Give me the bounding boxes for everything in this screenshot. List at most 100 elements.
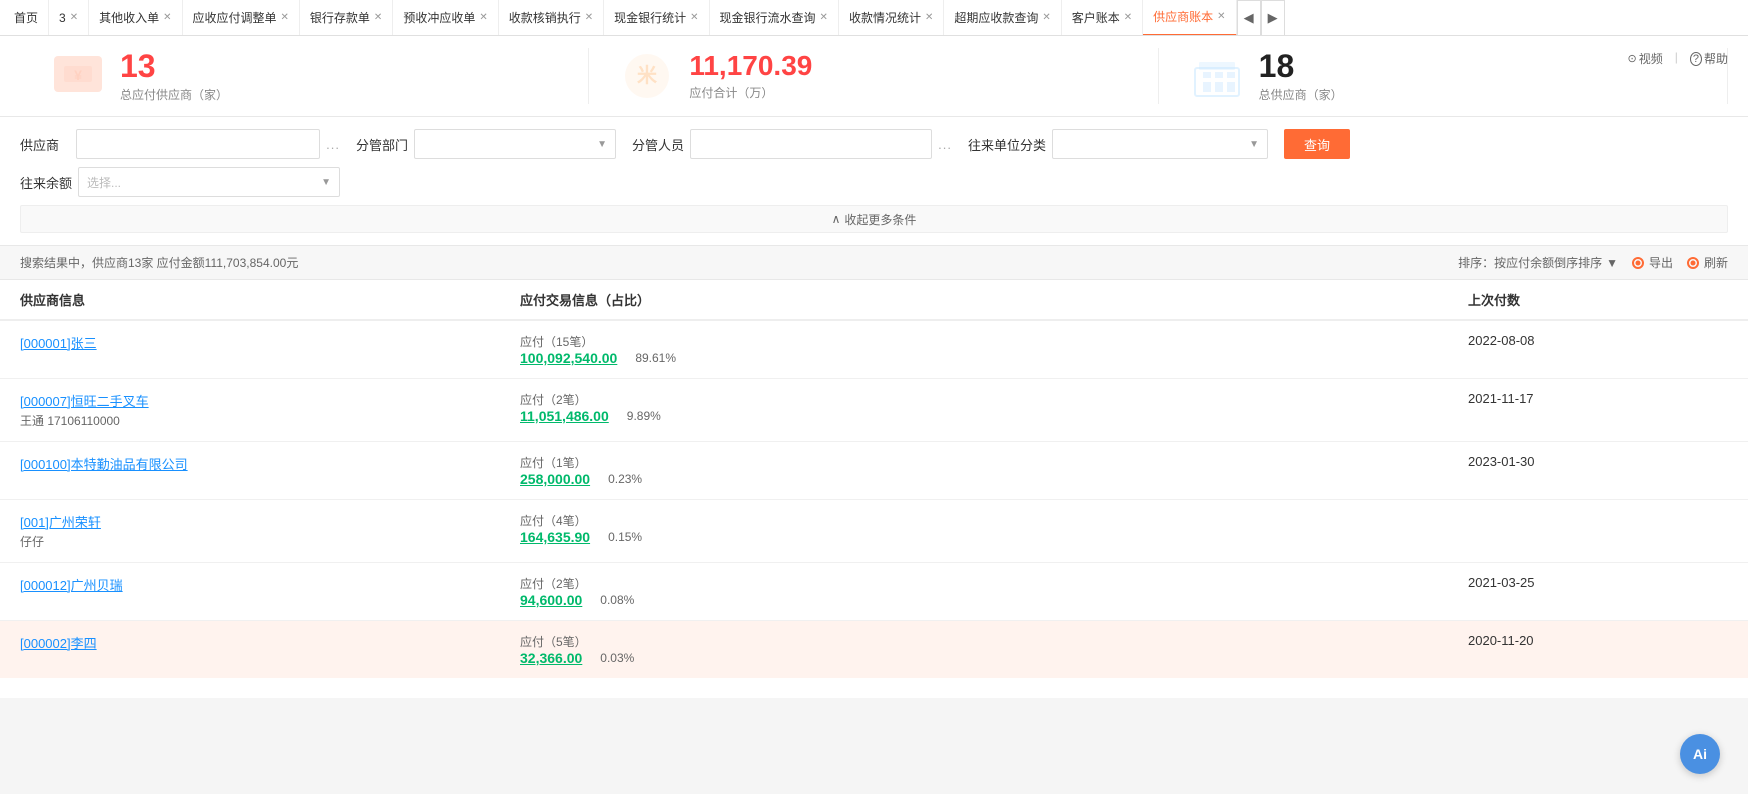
ai-badge[interactable]: Ai <box>1680 734 1720 774</box>
nav-tab-cash-bank-flow[interactable]: 现金银行流水查询 ✕ <box>710 0 839 36</box>
help-link[interactable]: ? 帮助 <box>1690 50 1728 67</box>
pay-amount[interactable]: 32,366.00 <box>520 650 582 666</box>
table-row: [001]广州荣轩 仔仔 应付（4笔） 164,635.90 0.15% <box>0 500 1748 563</box>
balance-placeholder: 选择... <box>87 174 121 191</box>
filter-supplier: 供应商 ... <box>20 129 340 159</box>
last-payment-cell: 2023-01-30 <box>1468 454 1728 469</box>
nav-tab-home[interactable]: 首页 <box>4 0 49 36</box>
total-suppliers-icon <box>1189 48 1245 104</box>
nav-tab-other-income-label: 其他收入单 <box>99 9 159 26</box>
table-row: [000001]张三 应付（15笔） 100,092,540.00 89.61%… <box>0 321 1748 379</box>
close-icon[interactable]: ✕ <box>820 12 828 23</box>
close-icon[interactable]: ✕ <box>70 12 78 23</box>
video-link[interactable]: ⊙ 视频 <box>1628 50 1663 67</box>
last-payment-cell: 2021-11-17 <box>1468 391 1728 406</box>
person-filter-label: 分管人员 <box>632 135 684 154</box>
nav-tab-other-income[interactable]: 其他收入单 ✕ <box>89 0 182 36</box>
nav-tab-advance-chong[interactable]: 预收冲应收单 ✕ <box>393 0 498 36</box>
payable-info-cell: 应付（5笔） 32,366.00 0.03% <box>520 633 1468 666</box>
pay-amount[interactable]: 11,051,486.00 <box>520 408 609 424</box>
category-select[interactable]: ▼ <box>1052 129 1268 159</box>
nav-tab-supplier-account-label: 供应商账本 <box>1153 8 1213 25</box>
total-suppliers-number: 18 <box>1259 49 1343 84</box>
close-icon[interactable]: ✕ <box>281 12 289 23</box>
query-button[interactable]: 查询 <box>1284 129 1350 159</box>
payable-suppliers-number: 13 <box>120 49 228 84</box>
supplier-dots-icon[interactable]: ... <box>326 137 340 152</box>
close-icon[interactable]: ✕ <box>1042 12 1050 23</box>
nav-tab-payable-adjust[interactable]: 应收应付调整单 ✕ <box>183 0 300 36</box>
collapse-icon: ∧ <box>832 212 841 226</box>
supplier-table: 供应商信息 应付交易信息（占比） 上次付数 [000001]张三 应付（15笔）… <box>0 280 1748 698</box>
result-bar: 搜索结果中，供应商13家 应付金额111,703,854.00元 排序：按应付余… <box>0 246 1748 280</box>
refresh-radio-icon <box>1687 257 1699 269</box>
nav-tab-overdue-query[interactable]: 超期应收款查询 ✕ <box>944 0 1061 36</box>
payable-info-cell: 应付（15笔） 100,092,540.00 89.61% <box>520 333 1468 366</box>
close-icon[interactable]: ✕ <box>585 12 593 23</box>
svg-text:米: 米 <box>637 64 658 87</box>
nav-tab-overdue-query-label: 超期应收款查询 <box>954 9 1038 26</box>
nav-tab-3-label: 3 <box>59 11 66 25</box>
collapse-button[interactable]: ∧ 收起更多条件 <box>20 205 1728 233</box>
pay-amount[interactable]: 164,635.90 <box>520 529 590 545</box>
svg-text:¥: ¥ <box>74 67 82 83</box>
supplier-sub-info: 王通 17106110000 <box>20 412 520 429</box>
nav-tab-3[interactable]: 3 ✕ <box>49 0 89 36</box>
chevron-down-icon: ▼ <box>321 177 331 188</box>
pay-amount[interactable]: 94,600.00 <box>520 592 582 608</box>
header-last-payment: 上次付数 <box>1468 290 1728 309</box>
last-payment-cell: 2021-03-25 <box>1468 575 1728 590</box>
close-icon[interactable]: ✕ <box>374 12 382 23</box>
supplier-link[interactable]: [001]广州荣轩 <box>20 512 520 531</box>
pay-percent: 0.15% <box>608 530 642 544</box>
nav-tab-collection-check[interactable]: 收款核销执行 ✕ <box>499 0 604 36</box>
chevron-down-icon: ▼ <box>597 139 607 150</box>
links-divider: | <box>1675 50 1678 67</box>
pay-label: 应付（1笔） <box>520 454 1468 471</box>
supplier-link[interactable]: [000100]本特勤油品有限公司 <box>20 454 520 473</box>
close-icon[interactable]: ✕ <box>479 12 487 23</box>
nav-tab-cash-bank-stats[interactable]: 现金银行统计 ✕ <box>604 0 709 36</box>
nav-tab-customer-account-label: 客户账本 <box>1072 9 1120 26</box>
last-pay-date: 2020-11-20 <box>1468 633 1534 648</box>
pay-amount[interactable]: 100,092,540.00 <box>520 350 617 366</box>
header-supplier-info: 供应商信息 <box>20 290 520 309</box>
sort-select[interactable]: 排序：按应付余额倒序排序 ▼ <box>1458 254 1618 271</box>
payable-amount-label: 应付合计（万） <box>689 84 812 101</box>
pay-amount[interactable]: 258,000.00 <box>520 471 590 487</box>
person-dots-icon[interactable]: ... <box>938 137 952 152</box>
payable-info-cell: 应付（1笔） 258,000.00 0.23% <box>520 454 1468 487</box>
pay-percent: 89.61% <box>635 351 676 365</box>
supplier-link[interactable]: [000007]恒旺二手叉车 <box>20 391 520 410</box>
balance-select[interactable]: 选择... ▼ <box>78 167 340 197</box>
stat-total-suppliers-content: 18 总供应商（家） <box>1259 49 1343 103</box>
refresh-button[interactable]: 刷新 <box>1687 254 1728 271</box>
last-pay-date: 2022-08-08 <box>1468 333 1535 348</box>
close-icon[interactable]: ✕ <box>1217 11 1225 22</box>
nav-next-arrow[interactable]: ▶ <box>1261 0 1285 36</box>
supplier-info-cell: [000002]李四 <box>20 633 520 652</box>
supplier-input[interactable] <box>76 129 320 159</box>
supplier-link[interactable]: [000012]广州贝瑞 <box>20 575 520 594</box>
filter-balance: 往来余额 选择... ▼ <box>20 167 340 197</box>
supplier-info-cell: [000012]广州贝瑞 <box>20 575 520 594</box>
dept-filter-label: 分管部门 <box>356 135 408 154</box>
supplier-link[interactable]: [000002]李四 <box>20 633 520 652</box>
close-icon[interactable]: ✕ <box>1124 12 1132 23</box>
supplier-link[interactable]: [000001]张三 <box>20 333 520 352</box>
close-icon[interactable]: ✕ <box>163 12 171 23</box>
result-actions: 排序：按应付余额倒序排序 ▼ 导出 刷新 <box>1458 254 1728 271</box>
export-button[interactable]: 导出 <box>1632 254 1673 271</box>
payable-suppliers-icon: ¥ <box>50 48 106 104</box>
nav-prev-arrow[interactable]: ◀ <box>1237 0 1261 36</box>
close-icon[interactable]: ✕ <box>690 12 698 23</box>
nav-tab-customer-account[interactable]: 客户账本 ✕ <box>1062 0 1143 36</box>
nav-tab-bank-deposit[interactable]: 银行存款单 ✕ <box>300 0 393 36</box>
nav-tab-supplier-account[interactable]: 供应商账本 ✕ <box>1143 0 1236 36</box>
nav-tab-cash-bank-flow-label: 现金银行流水查询 <box>720 9 816 26</box>
pay-percent: 0.23% <box>608 472 642 486</box>
person-input[interactable] <box>690 129 932 159</box>
dept-select[interactable]: ▼ <box>414 129 616 159</box>
nav-tab-collection-stats[interactable]: 收款情况统计 ✕ <box>839 0 944 36</box>
close-icon[interactable]: ✕ <box>925 12 933 23</box>
